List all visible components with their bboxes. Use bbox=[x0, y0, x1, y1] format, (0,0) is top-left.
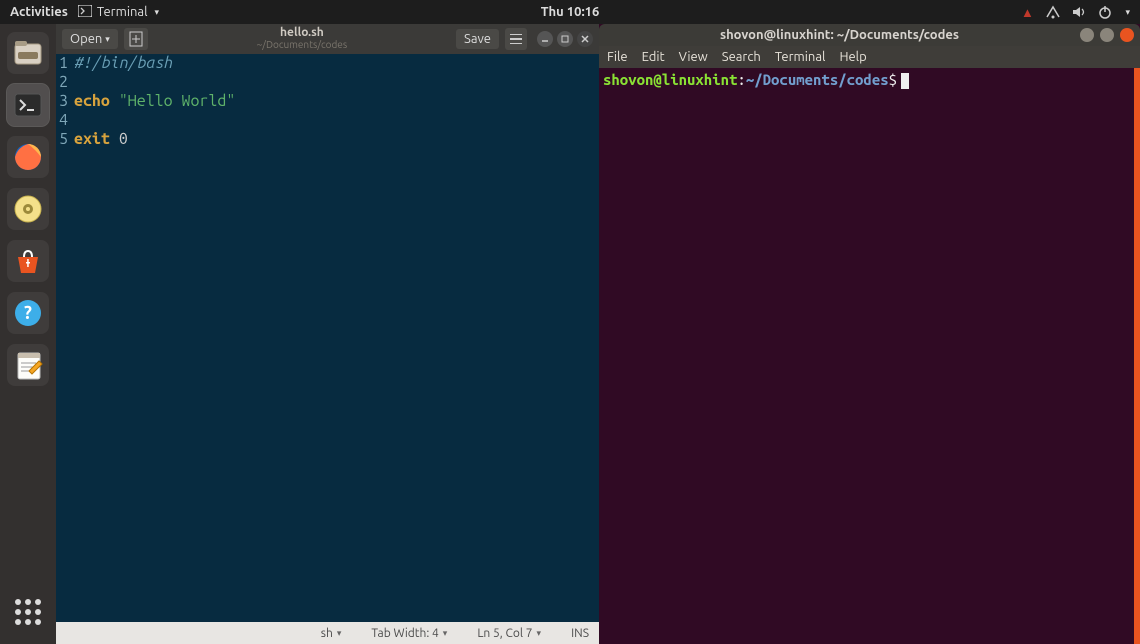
terminal-indicator-icon bbox=[78, 5, 92, 20]
tab-width-selector[interactable]: Tab Width: 4▾ bbox=[371, 627, 447, 640]
chevron-down-icon: ▾ bbox=[105, 34, 110, 45]
menu-edit[interactable]: Edit bbox=[642, 50, 665, 64]
window-minimize-button[interactable] bbox=[537, 31, 553, 47]
prompt-path: ~/Documents/codes bbox=[746, 71, 889, 88]
language-selector[interactable]: sh▾ bbox=[321, 627, 342, 640]
menu-view[interactable]: View bbox=[679, 50, 708, 64]
menu-terminal[interactable]: Terminal bbox=[775, 50, 826, 64]
firefox-launcher[interactable] bbox=[7, 136, 49, 178]
gedit-headerbar: Open ▾ hello.sh ~/Documents/codes Save bbox=[56, 24, 599, 54]
menu-help[interactable]: Help bbox=[839, 50, 866, 64]
power-icon[interactable] bbox=[1097, 4, 1113, 20]
terminal-minimize-button[interactable] bbox=[1080, 28, 1094, 42]
document-path: ~/Documents/codes bbox=[257, 40, 348, 51]
terminal-titlebar: shovon@linuxhint: ~/Documents/codes bbox=[599, 24, 1140, 46]
terminal-menubar: File Edit View Search Terminal Help bbox=[599, 46, 1140, 68]
system-menu-chevron-icon[interactable]: ▾ bbox=[1125, 7, 1130, 18]
chevron-down-icon: ▾ bbox=[155, 7, 160, 18]
app-menu-label: Terminal bbox=[97, 5, 148, 19]
prompt-dollar: $ bbox=[889, 71, 897, 88]
save-button[interactable]: Save bbox=[456, 29, 499, 49]
cursor-position[interactable]: Ln 5, Col 7▾ bbox=[477, 627, 541, 640]
code-content[interactable]: #!/bin/bash echo "Hello World" exit 0 bbox=[72, 54, 235, 622]
warning-icon[interactable]: ▲ bbox=[1019, 4, 1035, 20]
text-editor-launcher[interactable] bbox=[7, 344, 49, 386]
hamburger-menu-button[interactable] bbox=[505, 28, 527, 50]
svg-text:?: ? bbox=[24, 303, 32, 323]
menu-file[interactable]: File bbox=[607, 50, 628, 64]
window-maximize-button[interactable] bbox=[557, 31, 573, 47]
files-launcher[interactable] bbox=[7, 32, 49, 74]
menu-search[interactable]: Search bbox=[722, 50, 761, 64]
terminal-cursor bbox=[901, 73, 909, 89]
terminal-launcher[interactable] bbox=[7, 84, 49, 126]
clock[interactable]: Thu 10:16 bbox=[541, 5, 600, 19]
open-button[interactable]: Open ▾ bbox=[62, 29, 118, 49]
terminal-title: shovon@linuxhint: ~/Documents/codes bbox=[605, 28, 1074, 42]
prompt-sep: : bbox=[737, 71, 745, 88]
gedit-statusbar: sh▾ Tab Width: 4▾ Ln 5, Col 7▾ INS bbox=[56, 622, 599, 644]
software-launcher[interactable] bbox=[7, 240, 49, 282]
apps-grid-icon bbox=[15, 599, 41, 625]
editor-area[interactable]: 1 2 3 4 5 #!/bin/bash echo "Hello World"… bbox=[56, 54, 599, 622]
activities-button[interactable]: Activities bbox=[10, 5, 68, 19]
terminal-window: shovon@linuxhint: ~/Documents/codes File… bbox=[599, 24, 1140, 644]
gedit-window: Open ▾ hello.sh ~/Documents/codes Save 1… bbox=[56, 24, 599, 644]
window-close-button[interactable] bbox=[577, 31, 593, 47]
terminal-maximize-button[interactable] bbox=[1100, 28, 1114, 42]
terminal-body[interactable]: shovon@linuxhint:~/Documents/codes$ bbox=[599, 68, 1140, 644]
new-document-button[interactable] bbox=[124, 28, 148, 50]
terminal-close-button[interactable] bbox=[1120, 28, 1134, 42]
prompt-user: shovon@linuxhint bbox=[603, 71, 737, 88]
app-menu[interactable]: Terminal ▾ bbox=[78, 5, 159, 20]
open-button-label: Open bbox=[70, 32, 102, 46]
dock: ? bbox=[0, 24, 56, 644]
show-applications[interactable] bbox=[8, 592, 48, 632]
volume-icon[interactable] bbox=[1071, 4, 1087, 20]
rhythmbox-launcher[interactable] bbox=[7, 188, 49, 230]
new-tab-icon bbox=[129, 31, 143, 47]
line-number-gutter: 1 2 3 4 5 bbox=[56, 54, 72, 622]
help-launcher[interactable]: ? bbox=[7, 292, 49, 334]
top-panel: Activities Terminal ▾ Thu 10:16 ▲ ▾ bbox=[0, 0, 1140, 24]
network-icon[interactable] bbox=[1045, 4, 1061, 20]
insert-mode[interactable]: INS bbox=[571, 627, 589, 640]
